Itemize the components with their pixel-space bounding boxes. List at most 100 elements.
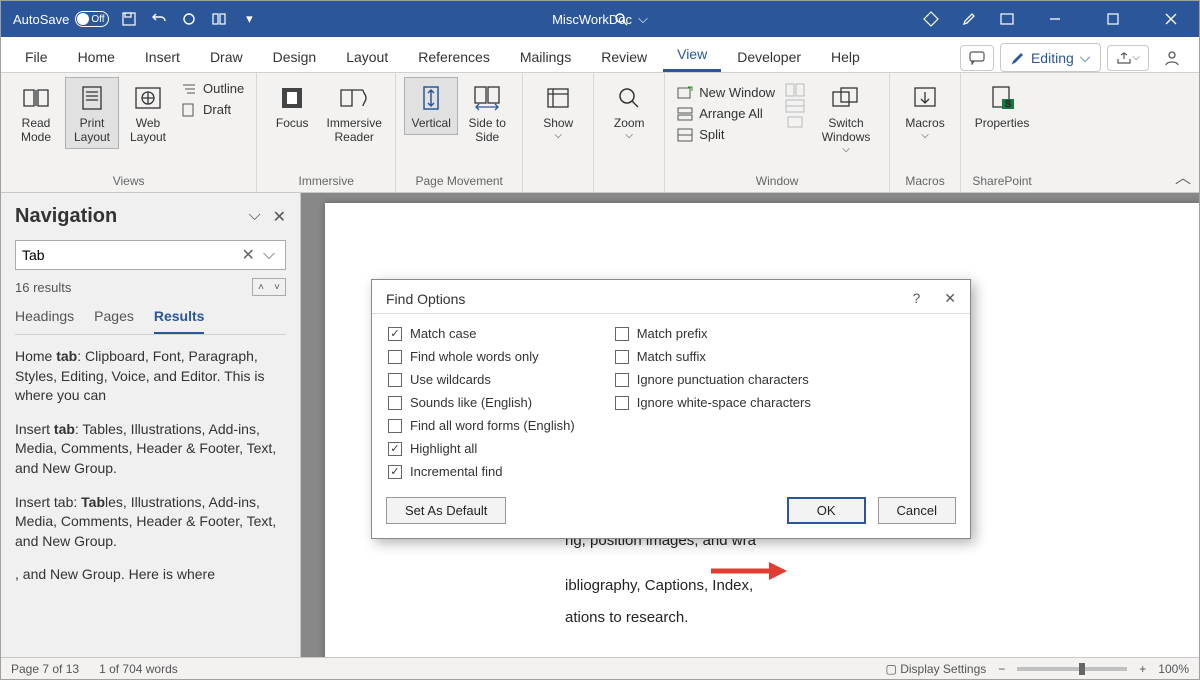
nav-tab-headings[interactable]: Headings: [15, 304, 74, 334]
autosave-toggle[interactable]: AutoSave Off: [13, 11, 109, 27]
clear-icon[interactable]: ✕: [237, 245, 258, 265]
display-settings[interactable]: ▢ Display Settings: [886, 662, 987, 676]
set-default-button[interactable]: Set As Default: [386, 497, 506, 524]
tab-view[interactable]: View: [663, 38, 721, 72]
find-options-dialog: Find Options ? ✕ Match case Find whole wor…: [371, 279, 971, 539]
cancel-button[interactable]: Cancel: [878, 497, 956, 524]
brush-icon[interactable]: [959, 9, 979, 29]
minimize-button[interactable]: [1035, 1, 1075, 37]
checkbox-sounds-like-english-[interactable]: Sounds like (English): [388, 395, 575, 410]
redo-icon[interactable]: [179, 9, 199, 29]
result-count: 16 results: [15, 280, 71, 295]
checkbox-ignore-punctuation-characters[interactable]: Ignore punctuation characters: [615, 372, 811, 387]
dropdown-icon[interactable]: ▾: [239, 9, 259, 29]
tab-layout[interactable]: Layout: [332, 41, 402, 72]
zoom-out-icon[interactable]: −: [998, 662, 1005, 676]
checkbox-find-all-word-forms-english-[interactable]: Find all word forms (English): [388, 418, 575, 433]
chevron-down-icon[interactable]: ⌵: [248, 207, 260, 227]
ribbon: Read Mode Print Layout Web Layout Outlin…: [1, 73, 1199, 193]
zoom-level[interactable]: 100%: [1158, 662, 1189, 676]
tab-design[interactable]: Design: [259, 41, 331, 72]
list-item[interactable]: Insert tab: Tables, Illustrations, Add-i…: [15, 420, 286, 479]
web-layout-button[interactable]: Web Layout: [121, 77, 175, 149]
list-item[interactable]: , and New Group. Here is where: [15, 565, 286, 585]
account-icon[interactable]: [1155, 44, 1189, 72]
tab-developer[interactable]: Developer: [723, 41, 815, 72]
checkbox-match-prefix[interactable]: Match prefix: [615, 326, 811, 341]
ribbon-tabs: File Home Insert Draw Design Layout Refe…: [1, 37, 1199, 73]
nav-tab-results[interactable]: Results: [154, 304, 205, 334]
zoom-in-icon[interactable]: +: [1139, 662, 1146, 676]
navigation-pane: Navigation ⌵✕ ✕ ⌵ 16 results ˄˅ Headings…: [1, 193, 301, 659]
diamond-icon[interactable]: [921, 9, 941, 29]
quickaccess-icon[interactable]: [209, 9, 229, 29]
document-title[interactable]: MiscWorkDoc⌵: [552, 11, 648, 27]
svg-text:S: S: [1005, 99, 1011, 109]
tab-home[interactable]: Home: [64, 41, 129, 72]
chevron-down-icon[interactable]: ⌵: [259, 246, 279, 264]
help-icon[interactable]: ?: [912, 290, 920, 307]
zoom-slider[interactable]: [1017, 667, 1127, 671]
title-bar: AutoSave Off ▾ MiscWorkDoc⌵: [1, 1, 1199, 37]
search-icon[interactable]: [611, 9, 631, 29]
save-icon[interactable]: [119, 9, 139, 29]
print-layout-button[interactable]: Print Layout: [65, 77, 119, 149]
properties-button[interactable]: SProperties: [969, 77, 1035, 135]
immersive-reader-button[interactable]: Immersive Reader: [321, 77, 387, 149]
next-result-icon[interactable]: ˅: [269, 279, 285, 295]
tab-references[interactable]: References: [404, 41, 504, 72]
page-indicator[interactable]: Page 7 of 13: [11, 662, 79, 676]
macros-button[interactable]: Macros⌵: [898, 77, 952, 146]
draft-button[interactable]: Draft: [177, 100, 248, 119]
nav-tab-pages[interactable]: Pages: [94, 304, 134, 334]
chevron-down-icon: ⌵: [638, 11, 648, 27]
checkbox-incremental-find[interactable]: Incremental find: [388, 464, 575, 479]
split-button[interactable]: Split: [673, 125, 779, 144]
close-button[interactable]: [1151, 1, 1191, 37]
tab-insert[interactable]: Insert: [131, 41, 194, 72]
vertical-button[interactable]: Vertical: [404, 77, 458, 135]
ok-button[interactable]: OK: [787, 497, 866, 524]
outline-button[interactable]: Outline: [177, 79, 248, 98]
word-count[interactable]: 1 of 704 words: [99, 662, 178, 676]
editing-mode-button[interactable]: Editing⌵: [1000, 43, 1101, 72]
undo-icon[interactable]: [149, 9, 169, 29]
checkbox-match-case[interactable]: Match case: [388, 326, 575, 341]
show-button[interactable]: Show⌵: [531, 77, 585, 146]
search-input[interactable]: ✕ ⌵: [15, 240, 286, 270]
arrange-all-button[interactable]: Arrange All: [673, 104, 779, 123]
tab-review[interactable]: Review: [587, 41, 661, 72]
tab-help[interactable]: Help: [817, 41, 874, 72]
checkbox-ignore-white-space-characters[interactable]: Ignore white-space characters: [615, 395, 811, 410]
tab-file[interactable]: File: [11, 41, 62, 72]
close-icon[interactable]: ✕: [944, 290, 956, 307]
navigation-title: Navigation: [15, 205, 117, 228]
maximize-button[interactable]: [1093, 1, 1133, 37]
checkbox-highlight-all[interactable]: Highlight all: [388, 441, 575, 456]
share-button[interactable]: ⌵: [1107, 45, 1149, 71]
switch-windows-button[interactable]: Switch Windows⌵: [811, 77, 881, 160]
close-icon[interactable]: ✕: [273, 207, 286, 227]
autosave-label: AutoSave: [13, 12, 69, 27]
tab-draw[interactable]: Draw: [196, 41, 257, 72]
dialog-title: Find Options: [386, 291, 465, 307]
collapse-ribbon-icon[interactable]: ︿: [1175, 164, 1191, 188]
read-mode-button[interactable]: Read Mode: [9, 77, 63, 149]
search-field[interactable]: [22, 247, 237, 263]
checkbox-match-suffix[interactable]: Match suffix: [615, 349, 811, 364]
comments-button[interactable]: [960, 45, 994, 71]
chevron-down-icon: ⌵: [1080, 49, 1091, 66]
results-list: Home tab: Clipboard, Font, Paragraph, St…: [15, 347, 286, 585]
checkbox-use-wildcards[interactable]: Use wildcards: [388, 372, 575, 387]
list-item[interactable]: Insert tab: Tables, Illustrations, Add-i…: [15, 493, 286, 552]
zoom-button[interactable]: Zoom⌵: [602, 77, 656, 146]
checkbox-find-whole-words-only[interactable]: Find whole words only: [388, 349, 575, 364]
app-icon[interactable]: [997, 9, 1017, 29]
annotation-arrow: [709, 559, 789, 583]
list-item[interactable]: Home tab: Clipboard, Font, Paragraph, St…: [15, 347, 286, 406]
focus-button[interactable]: Focus: [265, 77, 319, 135]
prev-result-icon[interactable]: ˄: [253, 279, 269, 295]
new-window-button[interactable]: New Window: [673, 83, 779, 102]
tab-mailings[interactable]: Mailings: [506, 41, 585, 72]
side-to-side-button[interactable]: Side to Side: [460, 77, 514, 149]
